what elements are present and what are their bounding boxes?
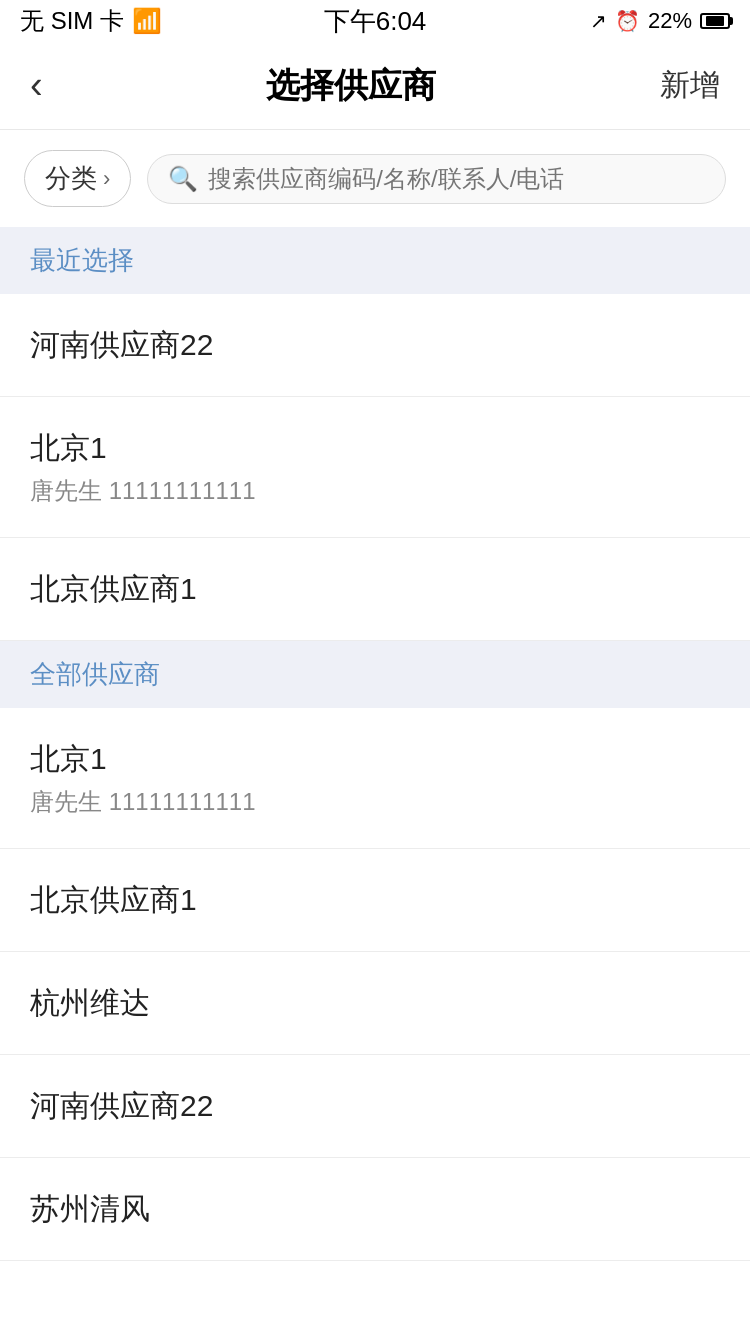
item-name: 杭州维达 bbox=[30, 982, 720, 1024]
status-time: 下午6:04 bbox=[324, 4, 427, 39]
battery-icon bbox=[700, 13, 730, 29]
list-item[interactable]: 苏州清风 bbox=[0, 1158, 750, 1261]
back-button[interactable]: ‹ bbox=[30, 64, 43, 107]
recent-section-header: 最近选择 bbox=[0, 227, 750, 294]
category-button[interactable]: 分类 › bbox=[24, 150, 131, 207]
item-name: 北京1 bbox=[30, 738, 720, 780]
search-box[interactable]: 🔍 bbox=[147, 154, 726, 204]
filter-bar: 分类 › 🔍 bbox=[0, 130, 750, 227]
status-bar: 无 SIM 卡 📶 下午6:04 ↗ ⏰ 22% bbox=[0, 0, 750, 42]
list-item[interactable]: 北京1 唐先生 11111111111 bbox=[0, 708, 750, 849]
direction-icon: ↗ bbox=[590, 9, 607, 33]
item-name: 苏州清风 bbox=[30, 1188, 720, 1230]
item-name: 北京供应商1 bbox=[30, 568, 720, 610]
recent-list: 河南供应商22 北京1 唐先生 11111111111 北京供应商1 bbox=[0, 294, 750, 641]
search-input[interactable] bbox=[208, 165, 705, 193]
item-sub: 唐先生 11111111111 bbox=[30, 475, 720, 507]
search-icon: 🔍 bbox=[168, 165, 198, 193]
list-item[interactable]: 河南供应商22 bbox=[0, 1055, 750, 1158]
chevron-right-icon: › bbox=[103, 166, 110, 192]
add-button[interactable]: 新增 bbox=[660, 65, 720, 106]
battery-text: 22% bbox=[648, 8, 692, 34]
nav-bar: ‹ 选择供应商 新增 bbox=[0, 42, 750, 130]
list-item[interactable]: 河南供应商22 bbox=[0, 294, 750, 397]
list-item[interactable]: 北京供应商1 bbox=[0, 538, 750, 641]
item-name: 河南供应商22 bbox=[30, 1085, 720, 1127]
item-sub: 唐先生 11111111111 bbox=[30, 786, 720, 818]
status-right: ↗ ⏰ 22% bbox=[590, 8, 730, 34]
page-title: 选择供应商 bbox=[266, 63, 436, 109]
all-list: 北京1 唐先生 11111111111 北京供应商1 杭州维达河南供应商22 苏州清风 bbox=[0, 708, 750, 1261]
item-name: 北京1 bbox=[30, 427, 720, 469]
list-item[interactable]: 北京供应商1 bbox=[0, 849, 750, 952]
list-item[interactable]: 北京1 唐先生 11111111111 bbox=[0, 397, 750, 538]
item-name: 北京供应商1 bbox=[30, 879, 720, 921]
all-section-header: 全部供应商 bbox=[0, 641, 750, 708]
list-item[interactable]: 杭州维达 bbox=[0, 952, 750, 1055]
wifi-icon: 📶 bbox=[132, 7, 162, 35]
no-sim-text: 无 SIM 卡 bbox=[20, 5, 124, 37]
status-left: 无 SIM 卡 📶 bbox=[20, 5, 162, 37]
item-name: 河南供应商22 bbox=[30, 324, 720, 366]
alarm-icon: ⏰ bbox=[615, 9, 640, 33]
category-label: 分类 bbox=[45, 161, 97, 196]
